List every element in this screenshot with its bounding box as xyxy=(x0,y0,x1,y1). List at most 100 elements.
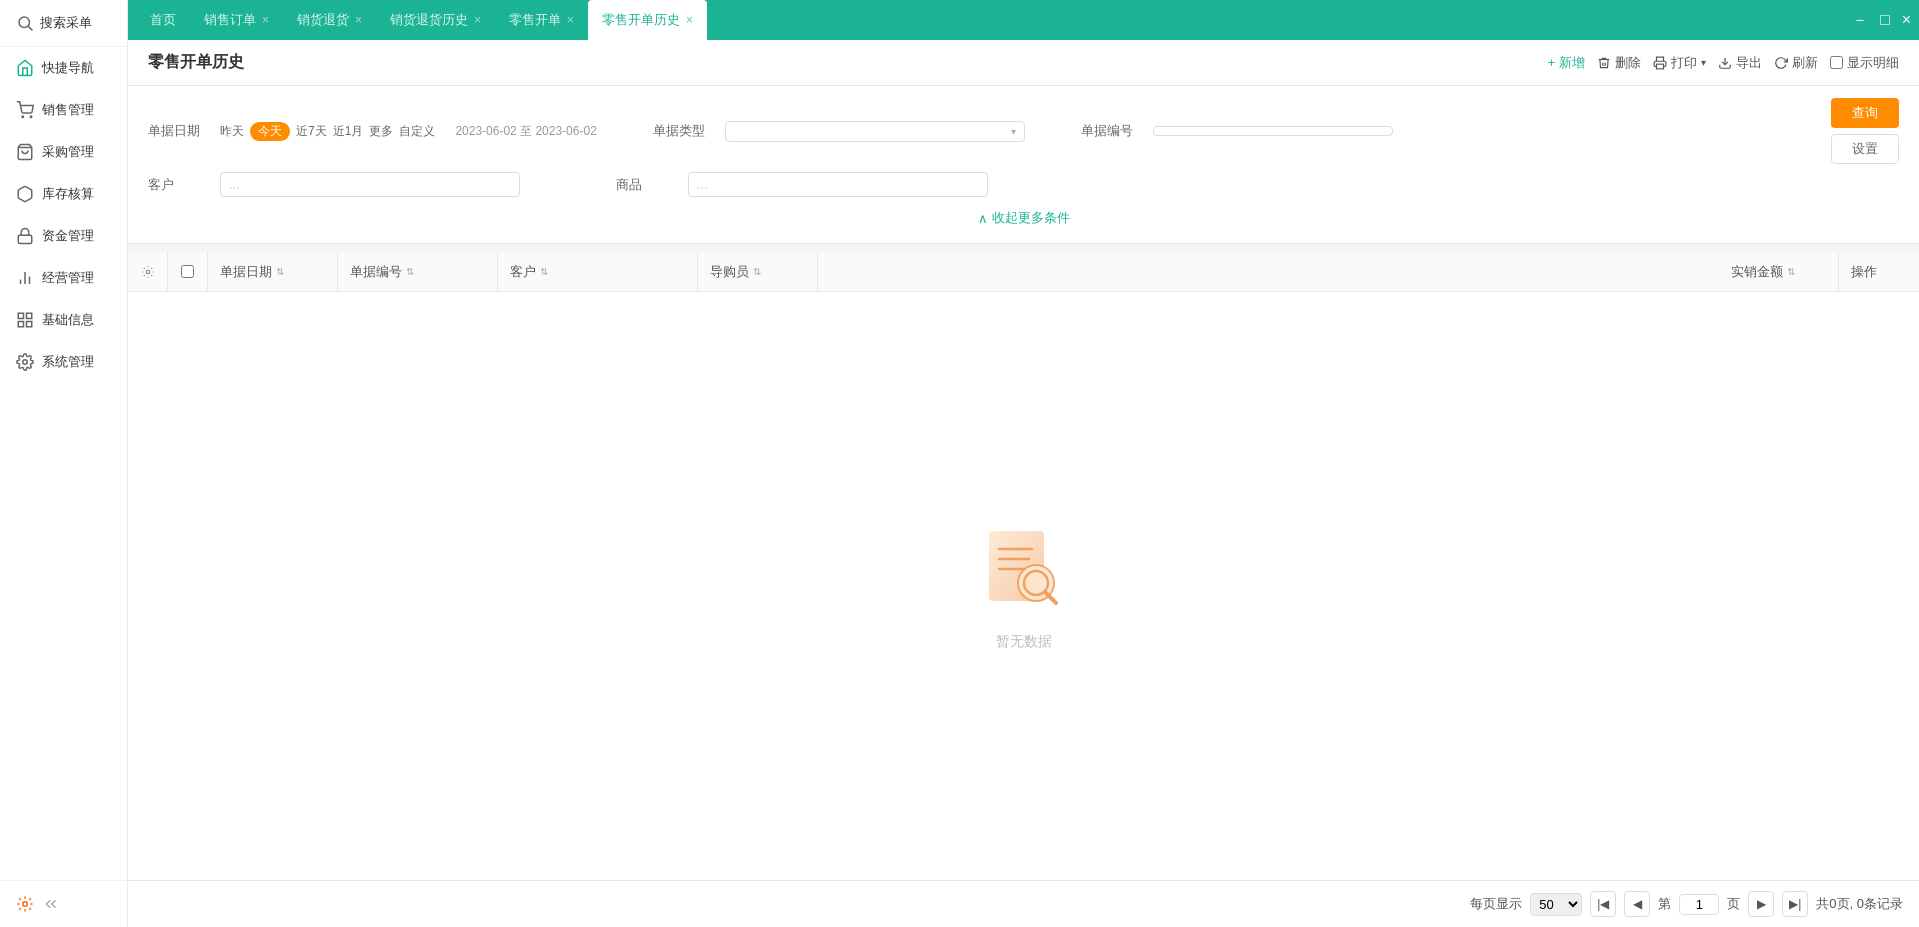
shortcut-1month[interactable]: 近1月 xyxy=(333,123,364,140)
shortcut-more[interactable]: 更多 xyxy=(369,123,393,140)
close-btn[interactable]: × xyxy=(1902,11,1911,29)
th-client[interactable]: 客户 ⇅ xyxy=(498,252,698,291)
column-settings-icon[interactable] xyxy=(141,265,155,279)
display-detail-checkbox[interactable] xyxy=(1830,56,1843,69)
th-guide[interactable]: 导购员 ⇅ xyxy=(698,252,818,291)
svg-point-13 xyxy=(23,360,28,365)
prev-page-btn[interactable]: ◀ xyxy=(1624,891,1650,917)
sidebar-item-label: 基础信息 xyxy=(42,311,94,329)
sidebar: 搜索采单 快捷导航 销售管理 采购管理 库存核算 资金管理 经营管理 基础信息 … xyxy=(0,0,128,927)
page-label: 页 xyxy=(1727,895,1740,913)
tab-sales-return[interactable]: 销货退货 × xyxy=(283,0,376,40)
doc-type-select[interactable]: ▾ xyxy=(725,121,1025,142)
sidebar-search[interactable]: 搜索采单 xyxy=(0,0,127,47)
sidebar-search-label: 搜索采单 xyxy=(40,14,92,32)
goods-input[interactable]: ... xyxy=(688,172,988,197)
th-checkbox[interactable] xyxy=(168,252,208,291)
print-button[interactable]: 打印 ▾ xyxy=(1653,54,1706,72)
page-label-before: 第 xyxy=(1658,895,1671,913)
tab-close-sales-order[interactable]: × xyxy=(262,13,269,27)
settings-icon xyxy=(16,353,34,371)
th-amount[interactable]: 实销金额 ⇅ xyxy=(1719,252,1839,291)
th-date[interactable]: 单据日期 ⇅ xyxy=(208,252,338,291)
last-page-btn[interactable]: ▶| xyxy=(1782,891,1808,917)
svg-rect-5 xyxy=(18,235,32,243)
tab-retail-open-history[interactable]: 零售开单历史 × xyxy=(588,0,707,40)
sidebar-item-operations[interactable]: 经营管理 xyxy=(0,257,127,299)
shortcut-yesterday[interactable]: 昨天 xyxy=(220,123,244,140)
sidebar-item-basic[interactable]: 基础信息 xyxy=(0,299,127,341)
svg-rect-9 xyxy=(18,313,23,318)
sidebar-item-purchase[interactable]: 采购管理 xyxy=(0,131,127,173)
empty-illustration xyxy=(974,521,1074,621)
sidebar-item-label: 销售管理 xyxy=(42,101,94,119)
cart-icon xyxy=(16,101,34,119)
empty-text: 暂无数据 xyxy=(996,633,1052,651)
per-page-select[interactable]: 50 10 20 100 xyxy=(1530,893,1582,916)
shortcut-custom[interactable]: 自定义 xyxy=(399,123,435,140)
first-page-btn[interactable]: |◀ xyxy=(1590,891,1616,917)
filter-area: 单据日期 昨天 今天 近7天 近1月 更多 自定义 2023-06-02 至 2… xyxy=(128,86,1919,244)
sidebar-item-label: 经营管理 xyxy=(42,269,94,287)
query-button[interactable]: 查询 xyxy=(1831,98,1899,128)
add-button[interactable]: + 新增 xyxy=(1548,54,1585,72)
refresh-icon xyxy=(1774,56,1788,70)
collapse-button[interactable]: ∧ 收起更多条件 xyxy=(970,205,1078,231)
sidebar-item-label: 库存核算 xyxy=(42,185,94,203)
doc-num-input[interactable] xyxy=(1153,126,1393,136)
next-page-btn[interactable]: ▶ xyxy=(1748,891,1774,917)
search-icon xyxy=(16,14,34,32)
trash-icon xyxy=(1597,56,1611,70)
lock-icon xyxy=(16,227,34,245)
select-all-checkbox[interactable] xyxy=(181,265,194,278)
th-gear[interactable] xyxy=(128,252,168,291)
action-buttons: 查询 设置 xyxy=(1831,98,1899,164)
page-number-input[interactable] xyxy=(1679,894,1719,915)
sidebar-item-inventory[interactable]: 库存核算 xyxy=(0,173,127,215)
table-header: 单据日期 ⇅ 单据编号 ⇅ 客户 ⇅ 导购员 ⇅ 实销金额 xyxy=(128,252,1919,292)
settings-button[interactable]: 设置 xyxy=(1831,134,1899,164)
svg-line-1 xyxy=(28,26,32,30)
shortcut-today[interactable]: 今天 xyxy=(250,122,290,141)
table-area: 单据日期 ⇅ 单据编号 ⇅ 客户 ⇅ 导购员 ⇅ 实销金额 xyxy=(128,252,1919,927)
tab-sales-order[interactable]: 销售订单 × xyxy=(190,0,283,40)
client-label: 客户 xyxy=(148,176,204,194)
page-header: 零售开单历史 + 新增 删除 打印 ▾ 导出 xyxy=(128,40,1919,86)
export-button[interactable]: 导出 xyxy=(1718,54,1762,72)
sidebar-item-quick-nav[interactable]: 快捷导航 xyxy=(0,47,127,89)
svg-rect-10 xyxy=(27,313,32,318)
tab-home[interactable]: 首页 xyxy=(136,0,190,40)
svg-point-2 xyxy=(22,116,24,118)
sidebar-item-sales[interactable]: 销售管理 xyxy=(0,89,127,131)
chevron-up-icon: ∧ xyxy=(978,211,988,226)
shortcut-7days[interactable]: 近7天 xyxy=(296,123,327,140)
minimize-btn[interactable]: － xyxy=(1852,10,1868,31)
sort-guide-icon: ⇅ xyxy=(753,266,761,277)
sort-amount-icon: ⇅ xyxy=(1787,266,1795,277)
svg-rect-15 xyxy=(1657,64,1664,69)
sidebar-item-label: 快捷导航 xyxy=(42,59,94,77)
sidebar-item-finance[interactable]: 资金管理 xyxy=(0,215,127,257)
th-num[interactable]: 单据编号 ⇅ xyxy=(338,252,498,291)
tab-retail-open[interactable]: 零售开单 × xyxy=(495,0,588,40)
client-input[interactable]: ... xyxy=(220,172,520,197)
gear-bottom-icon[interactable] xyxy=(16,895,34,913)
collapse-sidebar-icon[interactable] xyxy=(42,895,60,913)
box-icon xyxy=(16,185,34,203)
tab-close-retail-open-history[interactable]: × xyxy=(686,13,693,27)
tabs-bar: 首页 销售订单 × 销货退货 × 销货退货历史 × 零售开单 × 零售开单历史 … xyxy=(128,0,1919,40)
tab-sales-return-history[interactable]: 销货退货历史 × xyxy=(376,0,495,40)
delete-button[interactable]: 删除 xyxy=(1597,54,1641,72)
svg-rect-12 xyxy=(18,322,23,327)
sidebar-item-system[interactable]: 系统管理 xyxy=(0,341,127,383)
display-detail-toggle[interactable]: 显示明细 xyxy=(1830,54,1899,72)
sidebar-item-label: 系统管理 xyxy=(42,353,94,371)
filter-row-2: 客户 ... 商品 ... xyxy=(148,172,1899,197)
tab-close-retail-open[interactable]: × xyxy=(567,13,574,27)
maximize-btn[interactable]: □ xyxy=(1880,11,1890,29)
refresh-button[interactable]: 刷新 xyxy=(1774,54,1818,72)
content-area: 零售开单历史 + 新增 删除 打印 ▾ 导出 xyxy=(128,40,1919,927)
tab-close-sales-return[interactable]: × xyxy=(355,13,362,27)
tab-close-sales-return-history[interactable]: × xyxy=(474,13,481,27)
print-dropdown-icon[interactable]: ▾ xyxy=(1701,57,1706,68)
